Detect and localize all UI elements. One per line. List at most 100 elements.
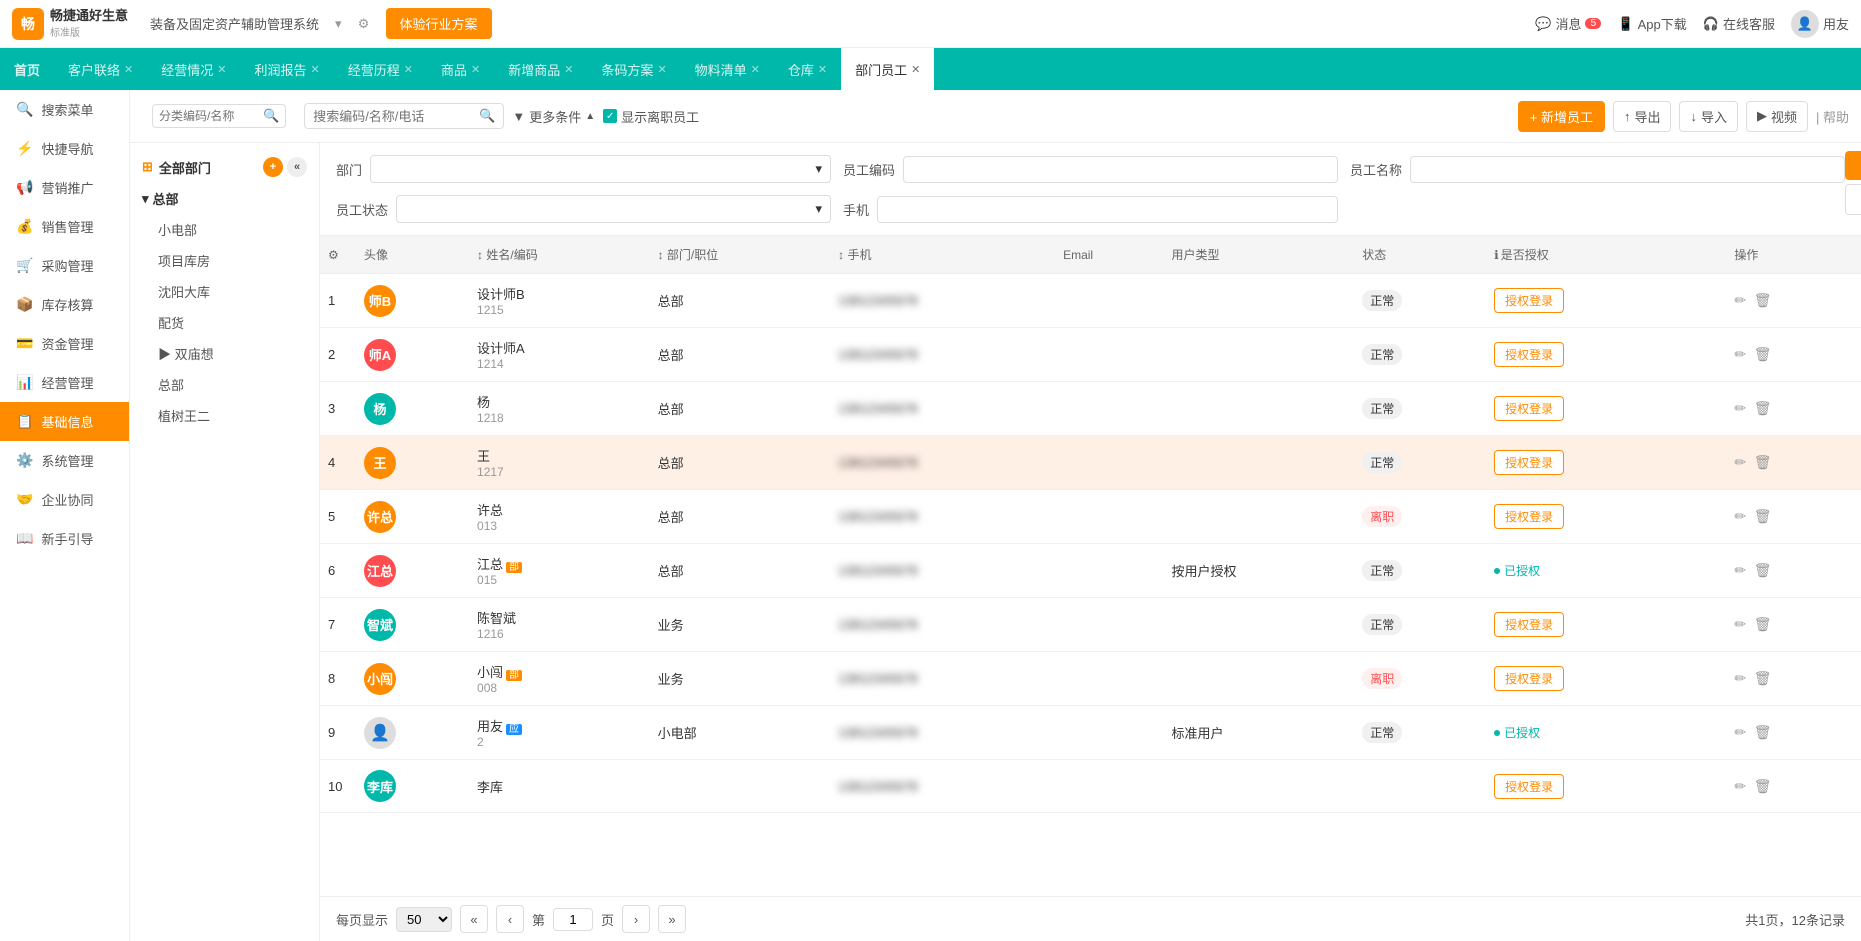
dept-collapse-icon[interactable]: «	[287, 157, 307, 177]
close-icon[interactable]: ✕	[124, 63, 133, 76]
phone-input[interactable]	[877, 196, 1338, 223]
edit-icon[interactable]: ✏	[1734, 508, 1746, 524]
dept-item-project[interactable]: 项目库房	[130, 245, 319, 276]
dept-select[interactable]: ▾	[370, 155, 831, 183]
col-settings[interactable]: ⚙	[320, 236, 356, 274]
collapse-arrow[interactable]: ▾	[142, 191, 149, 207]
edit-icon[interactable]: ✏	[1734, 562, 1746, 578]
trial-button[interactable]: 体验行业方案	[386, 8, 492, 39]
sidebar-item-finance[interactable]: 💳 资金管理	[0, 324, 129, 363]
auth-button[interactable]: 授权登录	[1494, 342, 1564, 367]
edit-icon[interactable]: ✏	[1734, 778, 1746, 794]
delete-icon[interactable]: 🗑	[1754, 616, 1772, 632]
import-button[interactable]: ↓ 导入	[1679, 101, 1738, 132]
sidebar-item-purchase[interactable]: 🛒 采购管理	[0, 246, 129, 285]
close-icon[interactable]: ✕	[471, 63, 480, 76]
close-icon[interactable]: ✕	[311, 63, 320, 76]
auth-button[interactable]: 授权登录	[1494, 396, 1564, 421]
delete-icon[interactable]: 🗑	[1754, 292, 1772, 308]
tab-bom[interactable]: 物料清单 ✕	[681, 48, 774, 90]
settings-icon[interactable]: ⚙	[350, 10, 378, 38]
tab-barcode[interactable]: 条码方案 ✕	[587, 48, 680, 90]
auth-button[interactable]: 授权登录	[1494, 612, 1564, 637]
show-resigned-toggle[interactable]: ✓ 显示离职员工	[603, 107, 699, 126]
col-phone[interactable]: ↕ 手机	[830, 236, 1055, 274]
tab-product[interactable]: 商品 ✕	[427, 48, 494, 90]
dept-item-hq[interactable]: 总部	[130, 369, 319, 400]
dept-item-plant[interactable]: 植树王二	[130, 400, 319, 431]
auth-button[interactable]: 授权登录	[1494, 774, 1564, 799]
last-page-btn[interactable]: »	[658, 905, 686, 933]
delete-icon[interactable]: 🗑	[1754, 454, 1772, 470]
app-download-btn[interactable]: 📱 App下载	[1617, 14, 1686, 33]
edit-icon[interactable]: ✏	[1734, 292, 1746, 308]
delete-icon[interactable]: 🗑	[1754, 562, 1772, 578]
tab-operation[interactable]: 经营情况 ✕	[147, 48, 240, 90]
sidebar-item-inventory[interactable]: 📦 库存核算	[0, 285, 129, 324]
close-icon[interactable]: ✕	[657, 63, 666, 76]
edit-icon[interactable]: ✏	[1734, 670, 1746, 686]
sidebar-item-management[interactable]: 📊 经营管理	[0, 363, 129, 402]
auth-button[interactable]: 授权登录	[1494, 450, 1564, 475]
auth-button[interactable]: 授权登录	[1494, 504, 1564, 529]
close-icon[interactable]: ✕	[564, 63, 573, 76]
delete-icon[interactable]: 🗑	[1754, 508, 1772, 524]
close-icon[interactable]: ✕	[818, 63, 827, 76]
tab-home[interactable]: 首页	[0, 48, 54, 90]
online-service-btn[interactable]: 🎧 在线客服	[1703, 14, 1775, 33]
tab-warehouse[interactable]: 仓库 ✕	[774, 48, 841, 90]
delete-icon[interactable]: 🗑	[1754, 400, 1772, 416]
col-dept-position[interactable]: ↕ 部门/职位	[650, 236, 831, 274]
edit-icon[interactable]: ✏	[1734, 400, 1746, 416]
edit-icon[interactable]: ✏	[1734, 346, 1746, 362]
export-button[interactable]: ↑ 导出	[1613, 101, 1672, 132]
more-filter-btn[interactable]: ▼ 更多条件 ▲	[512, 107, 595, 126]
dept-add-icon[interactable]: +	[263, 157, 283, 177]
next-page-btn[interactable]: ›	[622, 905, 650, 933]
search-button[interactable]: 查询	[1845, 151, 1861, 180]
first-page-btn[interactable]: «	[460, 905, 488, 933]
dept-search-input[interactable]	[159, 109, 259, 123]
tab-customer[interactable]: 客户联络 ✕	[54, 48, 147, 90]
tab-profit[interactable]: 利润报告 ✕	[240, 48, 333, 90]
title-dropdown-icon[interactable]: ▾	[335, 16, 342, 32]
page-number-input[interactable]	[553, 908, 593, 931]
close-icon[interactable]: ✕	[751, 63, 760, 76]
close-icon[interactable]: ✕	[404, 63, 413, 76]
sidebar-item-sales[interactable]: 💰 销售管理	[0, 207, 129, 246]
edit-icon[interactable]: ✏	[1734, 616, 1746, 632]
add-employee-button[interactable]: + 新增员工	[1518, 101, 1605, 132]
sidebar-item-guide[interactable]: 📖 新手引导	[0, 519, 129, 558]
dept-item-shuangmiao[interactable]: ▶ 双庙想	[130, 338, 319, 369]
tab-dept-employee[interactable]: 部门员工 ✕	[841, 48, 934, 90]
delete-icon[interactable]: 🗑	[1754, 778, 1772, 794]
message-btn[interactable]: 💬 消息 5	[1535, 14, 1601, 33]
auth-button[interactable]: 授权登录	[1494, 666, 1564, 691]
edit-icon[interactable]: ✏	[1734, 724, 1746, 740]
setting-button[interactable]: 设置	[1845, 184, 1861, 215]
sidebar-item-cooperation[interactable]: 🤝 企业协同	[0, 480, 129, 519]
sidebar-item-system[interactable]: ⚙️ 系统管理	[0, 441, 129, 480]
close-icon[interactable]: ✕	[911, 63, 920, 76]
dept-item-shenyang[interactable]: 沈阳大库	[130, 276, 319, 307]
dept-search-box[interactable]: 🔍	[152, 104, 286, 128]
video-button[interactable]: ▶ 视频	[1746, 101, 1808, 132]
dept-item-delivery[interactable]: 配货	[130, 307, 319, 338]
col-name-code[interactable]: ↕ 姓名/编码	[469, 236, 650, 274]
prev-page-btn[interactable]: ‹	[496, 905, 524, 933]
dept-item-small-elec[interactable]: 小电部	[130, 214, 319, 245]
sidebar-item-search[interactable]: 🔍 搜索菜单	[0, 90, 129, 129]
status-select[interactable]: ▾	[396, 195, 831, 223]
close-icon[interactable]: ✕	[217, 63, 226, 76]
employee-search-input[interactable]	[313, 109, 473, 124]
auth-button[interactable]: 授权登录	[1494, 288, 1564, 313]
employee-search-box[interactable]: 🔍	[304, 103, 504, 129]
tab-new-product[interactable]: 新增商品 ✕	[494, 48, 587, 90]
emp-code-input[interactable]	[903, 156, 1338, 183]
sidebar-item-basic[interactable]: 📋 基础信息	[0, 402, 129, 441]
page-size-select[interactable]: 50 20 100	[396, 907, 452, 932]
sidebar-item-marketing[interactable]: 📢 营销推广	[0, 168, 129, 207]
more-options-icon[interactable]: | 帮助	[1816, 107, 1849, 126]
tab-history[interactable]: 经营历程 ✕	[334, 48, 427, 90]
sidebar-item-shortcut[interactable]: ⚡ 快捷导航	[0, 129, 129, 168]
